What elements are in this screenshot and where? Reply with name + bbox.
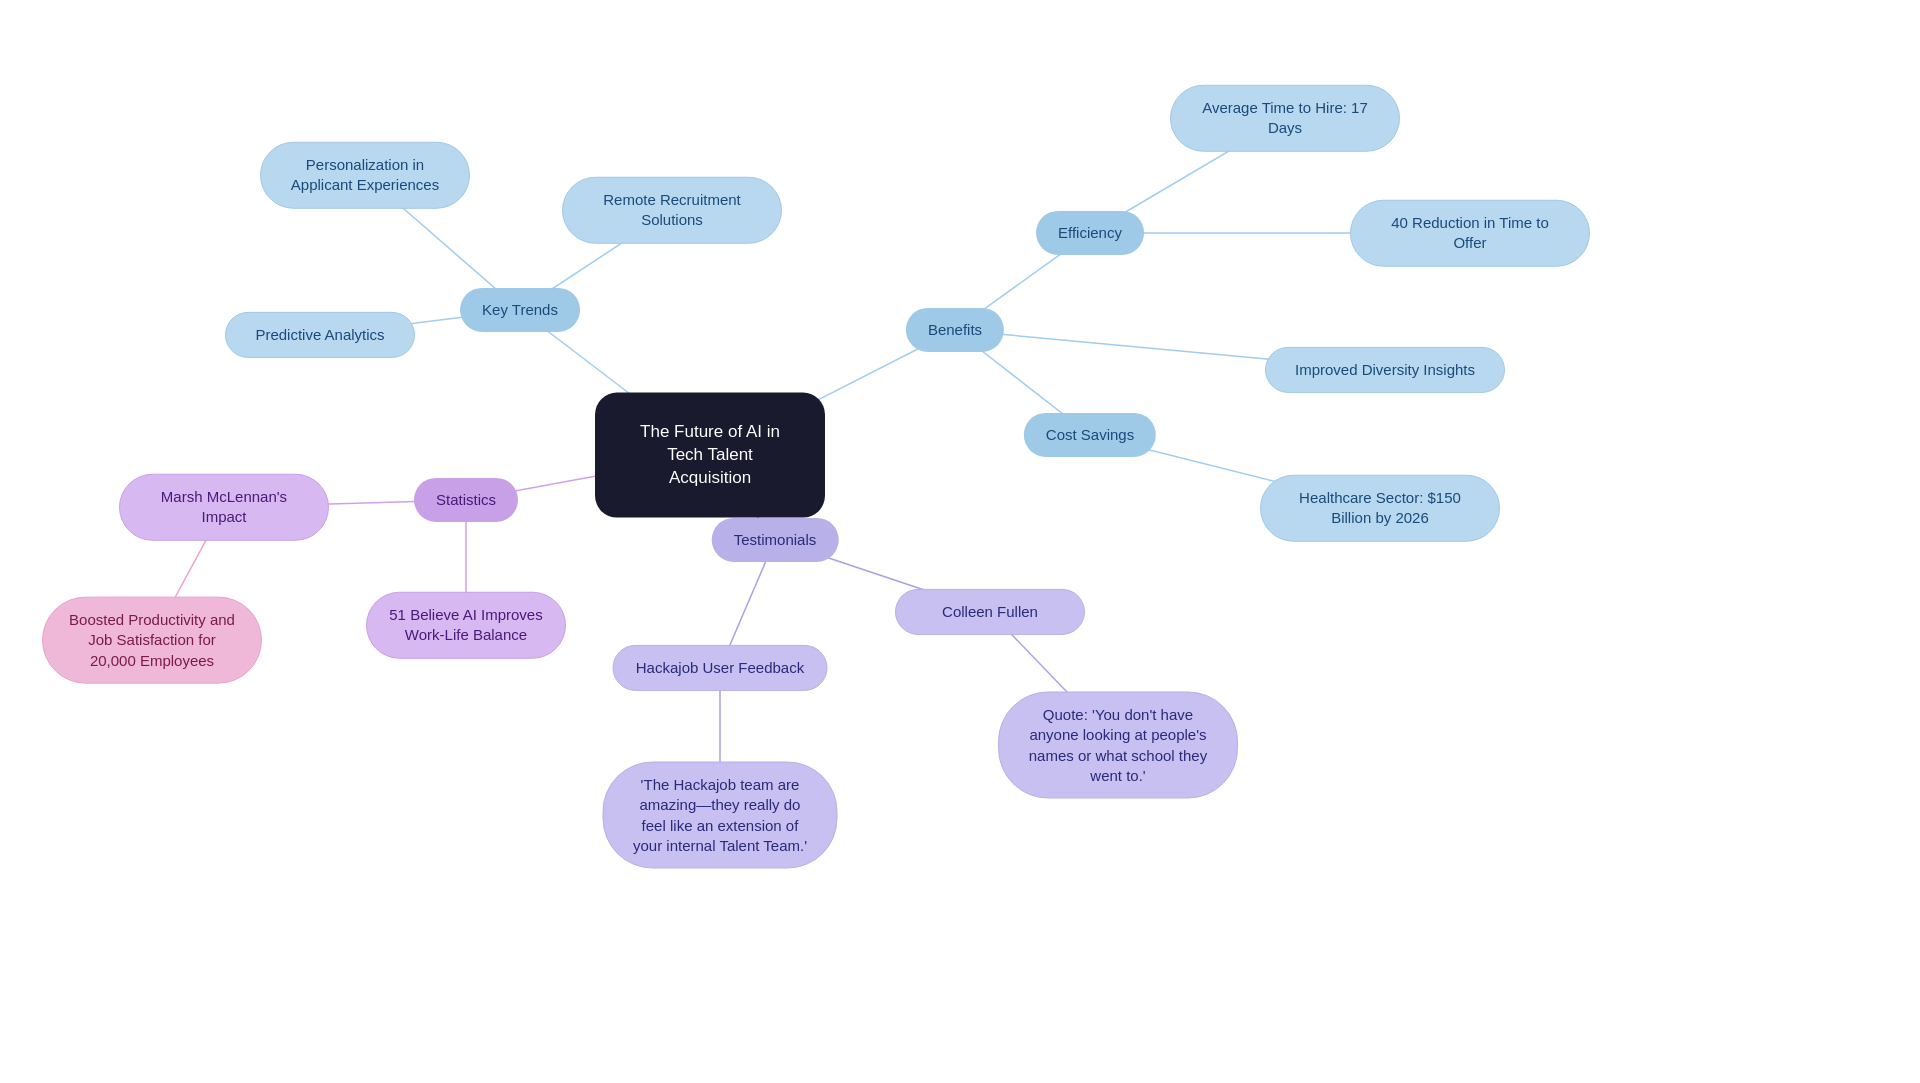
node-avg-time: Average Time to Hire: 17 Days: [1170, 85, 1400, 152]
mind-map-canvas: The Future of AI in Tech Talent Acquisit…: [0, 0, 1920, 1083]
node-testimonials: Testimonials: [712, 518, 839, 562]
node-benefits: Benefits: [906, 308, 1004, 352]
node-time-offer: 40 Reduction in Time to Offer: [1350, 200, 1590, 267]
node-healthcare: Healthcare Sector: $150 Billion by 2026: [1260, 475, 1500, 542]
node-remote: Remote Recruitment Solutions: [562, 177, 782, 244]
node-diversity: Improved Diversity Insights: [1265, 347, 1505, 393]
node-hackajob-quote: 'The Hackajob team are amazing—they real…: [603, 762, 838, 869]
node-believe: 51 Believe AI Improves Work-Life Balance: [366, 592, 566, 659]
node-cost-savings: Cost Savings: [1024, 413, 1156, 457]
node-colleen-quote: Quote: 'You don't have anyone looking at…: [998, 692, 1238, 799]
node-personalization: Personalization in Applicant Experiences: [260, 142, 470, 209]
node-colleen: Colleen Fullen: [895, 589, 1085, 635]
node-hackajob-feedback: Hackajob User Feedback: [613, 645, 828, 691]
node-statistics: Statistics: [414, 478, 518, 522]
node-predictive: Predictive Analytics: [225, 312, 415, 358]
node-key-trends: Key Trends: [460, 288, 580, 332]
node-marsh: Marsh McLennan's Impact: [119, 474, 329, 541]
center-node: The Future of AI in Tech Talent Acquisit…: [595, 393, 825, 518]
node-efficiency: Efficiency: [1036, 211, 1144, 255]
node-boosted: Boosted Productivity and Job Satisfactio…: [42, 597, 262, 684]
